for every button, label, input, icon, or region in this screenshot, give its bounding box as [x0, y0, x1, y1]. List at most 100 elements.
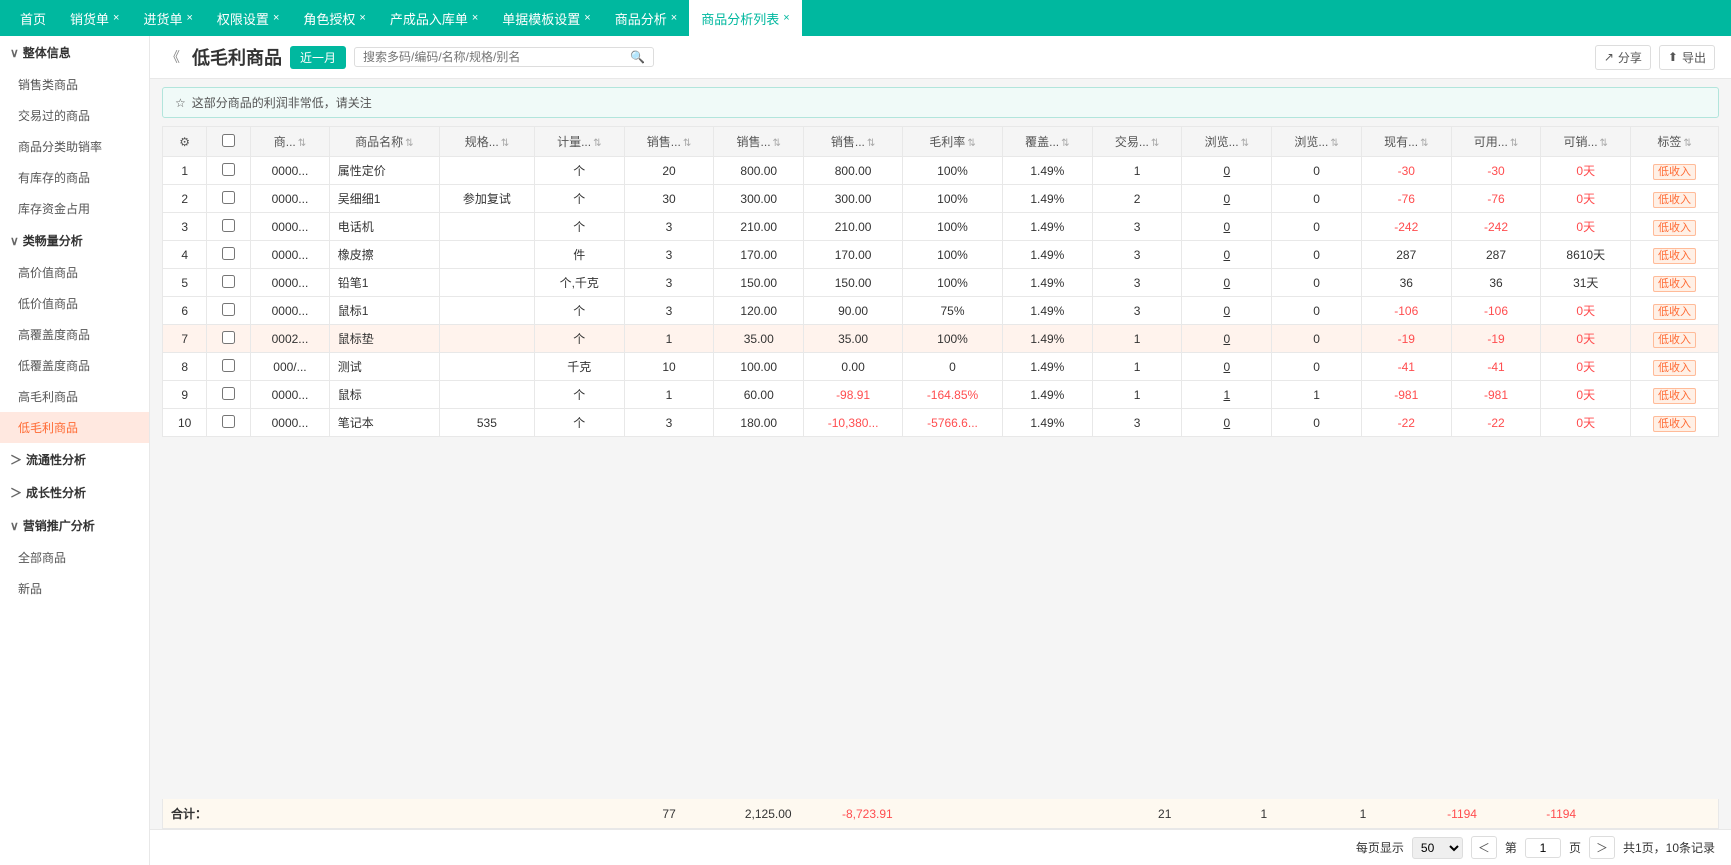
- row-view1[interactable]: 0: [1182, 241, 1272, 269]
- row-select-checkbox[interactable]: [222, 247, 235, 260]
- sidebar-item-category-rate[interactable]: 商品分类助销率: [0, 131, 149, 162]
- sidebar-item-all-products[interactable]: 全部商品: [0, 542, 149, 573]
- sidebar-item-sales-products[interactable]: 销售类商品: [0, 69, 149, 100]
- col-sales-profit: 销售...⇅: [804, 127, 903, 157]
- sidebar-item-new-products[interactable]: 新品: [0, 573, 149, 604]
- row-name[interactable]: 橡皮擦: [329, 241, 439, 269]
- sidebar-section-circulation[interactable]: ＞ 流通性分析: [0, 443, 149, 476]
- next-page-button[interactable]: ＞: [1589, 836, 1615, 859]
- row-select-checkbox[interactable]: [222, 219, 235, 232]
- row-trade-count: 1: [1092, 353, 1182, 381]
- row-tag: 低收入: [1631, 185, 1719, 213]
- close-purchase-icon[interactable]: ×: [186, 12, 192, 24]
- row-name[interactable]: 测试: [329, 353, 439, 381]
- row-available: -242: [1451, 213, 1541, 241]
- share-button[interactable]: ↗ 分享: [1595, 45, 1651, 70]
- row-name[interactable]: 鼠标: [329, 381, 439, 409]
- row-name[interactable]: 笔记本: [329, 409, 439, 437]
- close-template-icon[interactable]: ×: [584, 12, 590, 24]
- sidebar-item-inventory-capital[interactable]: 库存资金占用: [0, 193, 149, 224]
- sidebar-item-low-coverage[interactable]: 低覆盖度商品: [0, 350, 149, 381]
- row-view2: 0: [1272, 213, 1362, 241]
- row-name[interactable]: 属性定价: [329, 157, 439, 185]
- row-name[interactable]: 鼠标1: [329, 297, 439, 325]
- row-view1[interactable]: 0: [1182, 297, 1272, 325]
- page-number-input[interactable]: [1525, 838, 1561, 858]
- date-filter-button[interactable]: 近一月: [290, 46, 346, 69]
- nav-item-permission[interactable]: 权限设置 ×: [205, 0, 291, 36]
- close-sales-icon[interactable]: ×: [113, 12, 119, 24]
- row-sales-qty: 10: [624, 353, 714, 381]
- sidebar-item-high-coverage[interactable]: 高覆盖度商品: [0, 319, 149, 350]
- row-view1[interactable]: 0: [1182, 325, 1272, 353]
- row-select-checkbox[interactable]: [222, 275, 235, 288]
- close-product-analysis-icon[interactable]: ×: [671, 12, 677, 24]
- nav-item-sales[interactable]: 销货单 ×: [58, 0, 131, 36]
- sidebar-item-high-margin[interactable]: 高毛利商品: [0, 381, 149, 412]
- row-sales-profit: 170.00: [804, 241, 903, 269]
- search-icon[interactable]: 🔍: [630, 50, 645, 64]
- header-actions: ↗ 分享 ⬆ 导出: [1595, 45, 1715, 70]
- table-row: 3 0000... 电话机 个 3 210.00 210.00 100% 1.4…: [163, 213, 1719, 241]
- row-view2: 0: [1272, 353, 1362, 381]
- row-view1[interactable]: 0: [1182, 213, 1272, 241]
- nav-item-purchase[interactable]: 进货单 ×: [131, 0, 204, 36]
- row-view1[interactable]: 0: [1182, 353, 1272, 381]
- col-code: 商...⇅: [251, 127, 329, 157]
- row-select-checkbox[interactable]: [222, 191, 235, 204]
- row-view1[interactable]: 0: [1182, 409, 1272, 437]
- row-trade-count: 1: [1092, 381, 1182, 409]
- sidebar-item-low-margin[interactable]: 低毛利商品: [0, 412, 149, 443]
- row-checkbox: [207, 241, 251, 269]
- nav-item-analysis-list[interactable]: 商品分析列表 ×: [689, 0, 801, 36]
- nav-item-product-analysis[interactable]: 商品分析 ×: [603, 0, 689, 36]
- search-input[interactable]: [363, 50, 630, 64]
- close-product-storage-icon[interactable]: ×: [472, 12, 478, 24]
- sidebar-section-marketing[interactable]: ∨ 营销推广分析: [0, 509, 149, 542]
- nav-item-product-storage[interactable]: 产成品入库单 ×: [378, 0, 490, 36]
- row-view1[interactable]: 0: [1182, 157, 1272, 185]
- row-name[interactable]: 鼠标垫: [329, 325, 439, 353]
- row-spec: [439, 297, 534, 325]
- close-analysis-list-icon[interactable]: ×: [783, 12, 789, 24]
- close-permission-icon[interactable]: ×: [273, 12, 279, 24]
- select-all-checkbox[interactable]: [222, 134, 235, 147]
- row-name[interactable]: 吴细细1: [329, 185, 439, 213]
- row-sales-profit: 150.00: [804, 269, 903, 297]
- row-view1[interactable]: 0: [1182, 185, 1272, 213]
- table-row: 8 000/... 测试 千克 10 100.00 0.00 0 1.49% 1…: [163, 353, 1719, 381]
- row-select-checkbox[interactable]: [222, 415, 235, 428]
- row-select-checkbox[interactable]: [222, 303, 235, 316]
- arrow-circulation-icon: ＞: [10, 451, 22, 468]
- sidebar-item-high-value[interactable]: 高价值商品: [0, 257, 149, 288]
- nav-item-role[interactable]: 角色授权 ×: [291, 0, 377, 36]
- col-settings[interactable]: ⚙: [163, 127, 207, 157]
- nav-item-template[interactable]: 单据模板设置 ×: [490, 0, 602, 36]
- row-sales-amount: 150.00: [714, 269, 804, 297]
- prev-page-button[interactable]: ＜: [1471, 836, 1497, 859]
- nav-item-home[interactable]: 首页: [8, 0, 58, 36]
- row-select-checkbox[interactable]: [222, 359, 235, 372]
- row-gross-margin: -164.85%: [903, 381, 1003, 409]
- row-select-checkbox[interactable]: [222, 163, 235, 176]
- sidebar-item-low-value[interactable]: 低价值商品: [0, 288, 149, 319]
- close-role-icon[interactable]: ×: [359, 12, 365, 24]
- row-select-checkbox[interactable]: [222, 387, 235, 400]
- per-page-select[interactable]: 50 100: [1412, 837, 1463, 859]
- row-name[interactable]: 电话机: [329, 213, 439, 241]
- row-view1[interactable]: 0: [1182, 269, 1272, 297]
- sidebar-section-analysis[interactable]: ∨ 类畅量分析: [0, 224, 149, 257]
- col-saleable: 可销...⇅: [1541, 127, 1631, 157]
- collapse-sidebar-btn[interactable]: 《: [166, 47, 180, 67]
- sidebar-item-stocked-products[interactable]: 有库存的商品: [0, 162, 149, 193]
- row-name[interactable]: 铅笔1: [329, 269, 439, 297]
- sidebar-section-overall[interactable]: ∨ 整体信息: [0, 36, 149, 69]
- row-current-stock: 36: [1361, 269, 1451, 297]
- row-sales-qty: 3: [624, 297, 714, 325]
- row-select-checkbox[interactable]: [222, 331, 235, 344]
- row-current-stock: -76: [1361, 185, 1451, 213]
- sidebar-item-traded-products[interactable]: 交易过的商品: [0, 100, 149, 131]
- sidebar-section-growth[interactable]: ＞ 成长性分析: [0, 476, 149, 509]
- row-view1[interactable]: 1: [1182, 381, 1272, 409]
- export-button[interactable]: ⬆ 导出: [1659, 45, 1715, 70]
